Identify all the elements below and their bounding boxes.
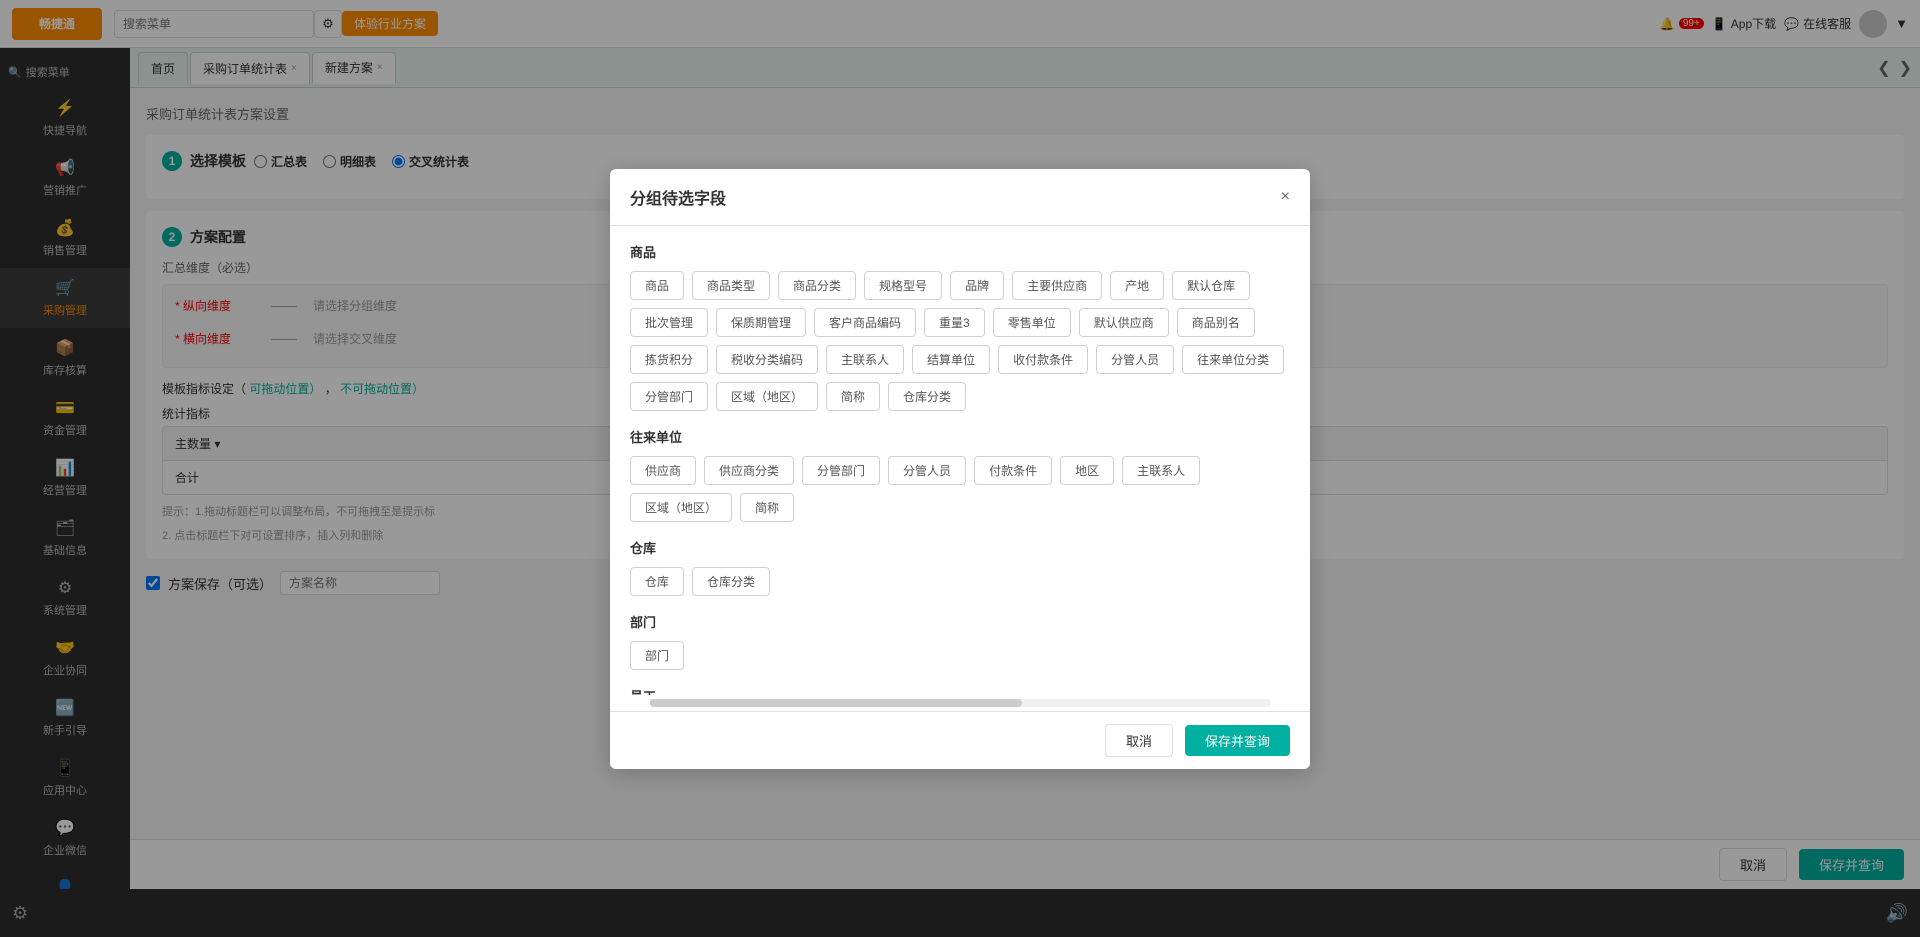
field-tag[interactable]: 收付款条件 xyxy=(998,345,1088,374)
field-tag[interactable]: 简称 xyxy=(740,493,794,522)
horizontal-scroll-thumb[interactable] xyxy=(650,699,1022,707)
dialog-footer: 取消 保存并查询 xyxy=(610,711,1310,769)
field-tag[interactable]: 区域（地区） xyxy=(716,382,818,411)
dialog-close-button[interactable]: × xyxy=(1281,188,1290,206)
section-employee: 员工 业务员 xyxy=(630,686,1290,695)
field-tag[interactable]: 结算单位 xyxy=(912,345,990,374)
field-tag[interactable]: 拣货积分 xyxy=(630,345,708,374)
section-employee-title: 员工 xyxy=(630,686,1290,695)
horizontal-scrollbar-container xyxy=(610,695,1310,711)
section-warehouse-title: 仓库 xyxy=(630,538,1290,557)
section-goods-title: 商品 xyxy=(630,242,1290,261)
dialog-header: 分组待选字段 × xyxy=(610,169,1310,226)
field-tag[interactable]: 保质期管理 xyxy=(716,308,806,337)
field-tag[interactable]: 区域（地区） xyxy=(630,493,732,522)
department-tags: 部门 xyxy=(630,641,1290,670)
field-tag[interactable]: 供应商 xyxy=(630,456,696,485)
field-tag[interactable]: 简称 xyxy=(826,382,880,411)
section-partner-title: 往来单位 xyxy=(630,427,1290,446)
section-partner: 往来单位 供应商 供应商分类 分管部门 分管人员 付款条件 地区 主联系人 区域… xyxy=(630,427,1290,522)
dialog-title: 分组待选字段 xyxy=(630,185,726,209)
field-tag[interactable]: 主联系人 xyxy=(826,345,904,374)
field-tag[interactable]: 客户商品编码 xyxy=(814,308,916,337)
field-tag[interactable]: 主联系人 xyxy=(1122,456,1200,485)
field-tag[interactable]: 分管部门 xyxy=(630,382,708,411)
field-tag[interactable]: 仓库 xyxy=(630,567,684,596)
field-tag[interactable]: 默认供应商 xyxy=(1079,308,1169,337)
field-tag[interactable]: 供应商分类 xyxy=(704,456,794,485)
field-tag[interactable]: 部门 xyxy=(630,641,684,670)
dialog-body: 商品 商品 商品类型 商品分类 规格型号 品牌 主要供应商 产地 默认仓库 批次… xyxy=(610,226,1310,695)
field-tag[interactable]: 税收分类编码 xyxy=(716,345,818,374)
field-tag[interactable]: 商品分类 xyxy=(778,271,856,300)
field-tag[interactable]: 仓库分类 xyxy=(692,567,770,596)
dialog-confirm-button[interactable]: 保存并查询 xyxy=(1185,725,1290,756)
field-tag[interactable]: 零售单位 xyxy=(993,308,1071,337)
field-tag[interactable]: 商品类型 xyxy=(692,271,770,300)
partner-tags: 供应商 供应商分类 分管部门 分管人员 付款条件 地区 主联系人 区域（地区） … xyxy=(630,456,1290,522)
warehouse-tags: 仓库 仓库分类 xyxy=(630,567,1290,596)
field-tag[interactable]: 往来单位分类 xyxy=(1182,345,1284,374)
field-tag[interactable]: 默认仓库 xyxy=(1172,271,1250,300)
field-tag[interactable]: 重量3 xyxy=(924,308,985,337)
overlay[interactable]: 分组待选字段 × 商品 商品 商品类型 商品分类 规格型号 品牌 主要供应商 产… xyxy=(0,0,1920,937)
field-tag[interactable]: 分管人员 xyxy=(1096,345,1174,374)
field-tag[interactable]: 付款条件 xyxy=(974,456,1052,485)
horizontal-scrollbar[interactable] xyxy=(650,699,1270,707)
goods-tags: 商品 商品类型 商品分类 规格型号 品牌 主要供应商 产地 默认仓库 批次管理 … xyxy=(630,271,1290,411)
dialog-cancel-button[interactable]: 取消 xyxy=(1105,724,1173,757)
section-department: 部门 部门 xyxy=(630,612,1290,670)
field-tag[interactable]: 品牌 xyxy=(950,271,1004,300)
field-tag[interactable]: 主要供应商 xyxy=(1012,271,1102,300)
field-tag[interactable]: 商品 xyxy=(630,271,684,300)
field-tag[interactable]: 批次管理 xyxy=(630,308,708,337)
field-tag[interactable]: 分管部门 xyxy=(802,456,880,485)
field-tag[interactable]: 地区 xyxy=(1060,456,1114,485)
section-goods: 商品 商品 商品类型 商品分类 规格型号 品牌 主要供应商 产地 默认仓库 批次… xyxy=(630,242,1290,411)
section-department-title: 部门 xyxy=(630,612,1290,631)
field-tag[interactable]: 仓库分类 xyxy=(888,382,966,411)
field-tag[interactable]: 商品别名 xyxy=(1177,308,1255,337)
field-tag[interactable]: 规格型号 xyxy=(864,271,942,300)
field-selection-dialog: 分组待选字段 × 商品 商品 商品类型 商品分类 规格型号 品牌 主要供应商 产… xyxy=(610,169,1310,769)
section-warehouse: 仓库 仓库 仓库分类 xyxy=(630,538,1290,596)
field-tag[interactable]: 产地 xyxy=(1110,271,1164,300)
field-tag[interactable]: 分管人员 xyxy=(888,456,966,485)
